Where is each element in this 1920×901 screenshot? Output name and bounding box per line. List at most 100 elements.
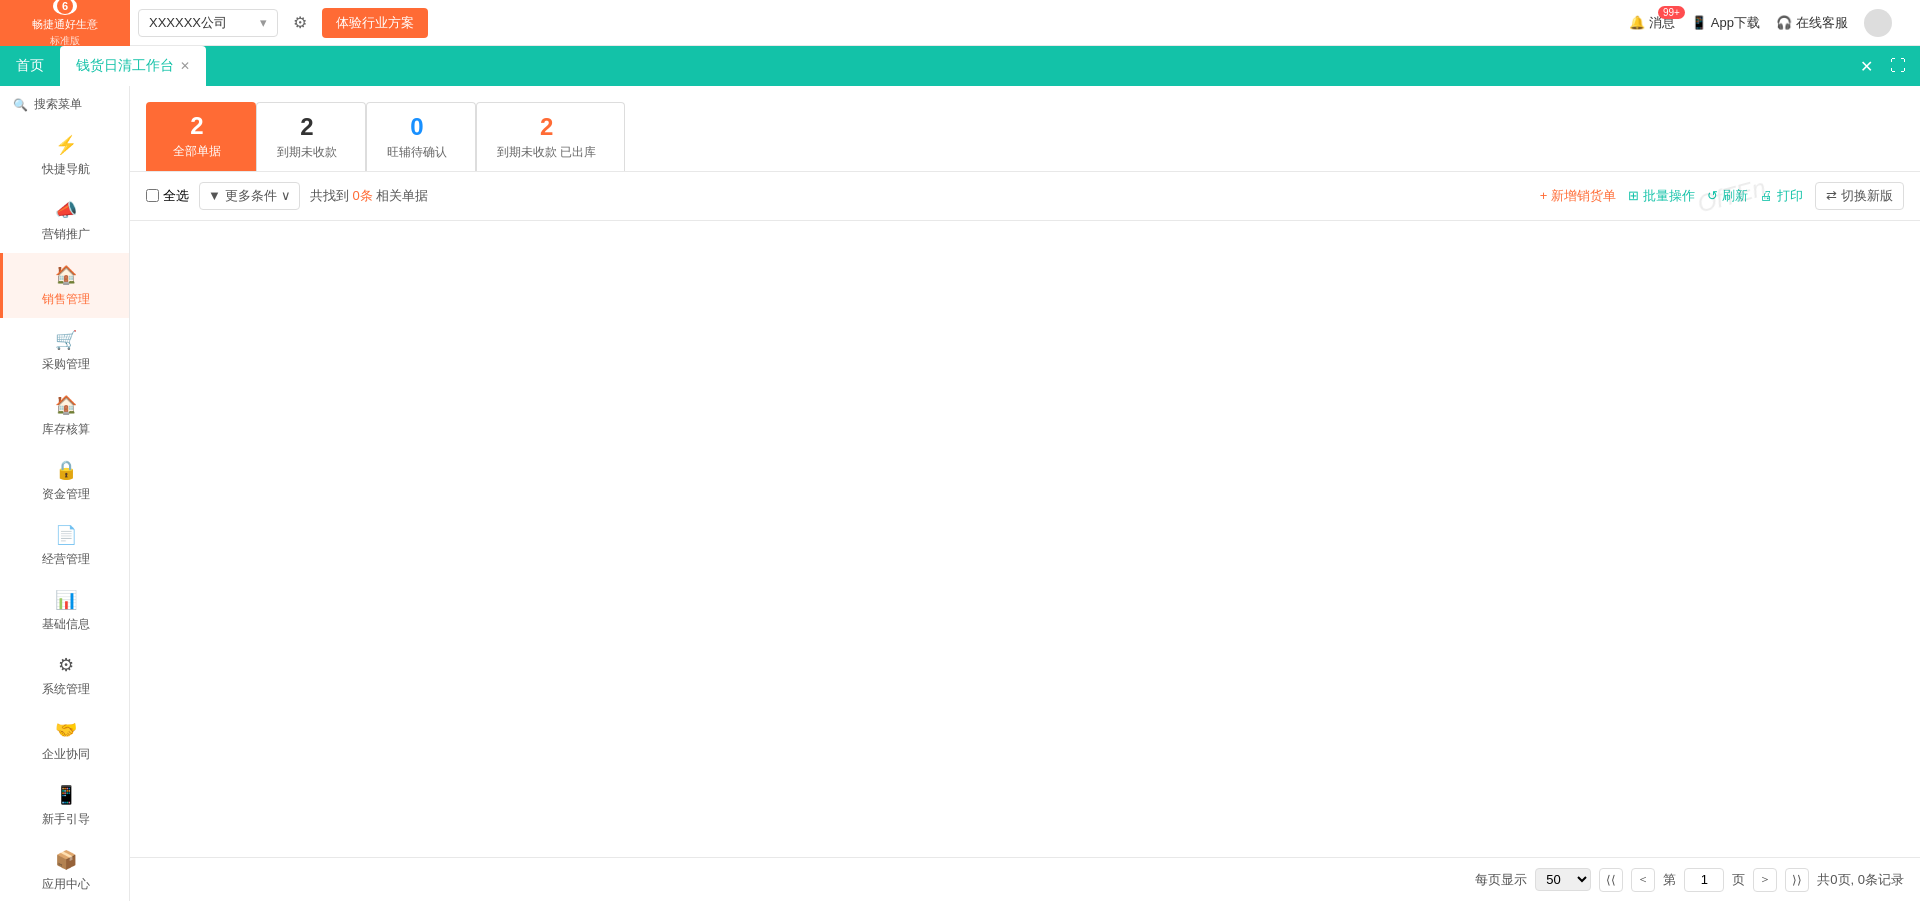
search-icon: 🔍: [13, 98, 28, 112]
sidebar-item-operation[interactable]: 📄 经营管理: [0, 513, 129, 578]
header-left: 6 畅捷通好生意 标准版 XXXXXX公司 ▾ ⚙ 体验行业方案: [0, 0, 428, 46]
headset-icon: 🎧: [1776, 15, 1792, 30]
batch-btn[interactable]: ⊞ 批量操作: [1628, 187, 1695, 205]
add-sales-btn[interactable]: + 新增销货单: [1540, 187, 1616, 205]
sidebar-item-purchase[interactable]: 🛒 采购管理: [0, 318, 129, 383]
settings-icon[interactable]: ⚙: [286, 9, 314, 37]
nav-tabs-bar: 首页 钱货日清工作台 ✕ ✕ ⛶: [0, 46, 1920, 86]
filter-label: 更多条件: [225, 187, 277, 205]
toolbar-left: 全选 ▼ 更多条件 ∨ 共找到 0条 相关单据: [146, 182, 1528, 210]
sidebar-item-cooperation[interactable]: 🤝 企业协同: [0, 708, 129, 773]
system-icon: ⚙: [54, 653, 78, 677]
sidebar-item-label-purchase: 采购管理: [42, 356, 90, 373]
sidebar-item-label-sales: 销售管理: [42, 291, 90, 308]
sidebar-item-sales[interactable]: 🏠 销售管理: [0, 253, 129, 318]
sidebar-item-system[interactable]: ⚙ 系统管理: [0, 643, 129, 708]
svg-text:6: 6: [62, 0, 68, 12]
phone-icon: 📱: [1691, 15, 1707, 30]
batch-icon: ⊞: [1628, 188, 1639, 203]
sidebar-item-label-inventory: 库存核算: [42, 421, 90, 438]
page-content: 2 全部单据 2 到期未收款 0 旺辅待确认 2 到期未收款 已出库: [130, 86, 1920, 901]
found-text: 共找到 0条 相关单据: [310, 187, 428, 205]
sidebar-item-appstore[interactable]: 📦 应用中心: [0, 838, 129, 901]
sidebar-item-label-guide: 新手引导: [42, 811, 90, 828]
quick-nav-icon: ⚡: [54, 133, 78, 157]
msg-badge: 99+: [1658, 6, 1685, 19]
tab-home[interactable]: 首页: [0, 46, 60, 86]
stat-label-pending: 旺辅待确认: [387, 144, 447, 161]
sidebar-item-inventory[interactable]: 🏠 库存核算: [0, 383, 129, 448]
message-btn[interactable]: 🔔 消息 99+: [1629, 14, 1675, 32]
sidebar-item-guide[interactable]: 📱 新手引导: [0, 773, 129, 838]
cooperation-icon: 🤝: [54, 718, 78, 742]
sidebar-search[interactable]: 🔍 搜索菜单: [0, 86, 129, 123]
stat-card-all[interactable]: 2 全部单据: [146, 102, 256, 171]
inventory-icon: 🏠: [54, 393, 78, 417]
select-all-input[interactable]: [146, 189, 159, 202]
appstore-icon: 📦: [54, 848, 78, 872]
tab-home-label: 首页: [16, 57, 44, 75]
chevron-down-icon: ▾: [260, 15, 267, 30]
per-page-label: 每页显示: [1475, 871, 1527, 889]
stat-card-unout[interactable]: 2 到期未收款 已出库: [476, 102, 625, 171]
select-all-label: 全选: [163, 187, 189, 205]
switch-new-btn[interactable]: ⇄ 切换新版: [1815, 182, 1904, 210]
stat-card-overdue[interactable]: 2 到期未收款: [256, 102, 366, 171]
marketing-icon: 📣: [54, 198, 78, 222]
footer-pagination: 每页显示 50 100 200 ⟨⟨ ＜ 第 页 ＞ ⟩⟩ 共0页, 0条记录: [130, 857, 1920, 901]
page-size-select[interactable]: 50 100 200: [1535, 868, 1591, 891]
total-info: 共0页, 0条记录: [1817, 871, 1904, 889]
stat-num-unout: 2: [497, 113, 596, 142]
stat-card-pending[interactable]: 0 旺辅待确认: [366, 102, 476, 171]
sidebar-item-label-operation: 经营管理: [42, 551, 90, 568]
prev-page-btn[interactable]: ＜: [1631, 868, 1655, 892]
stat-label-overdue: 到期未收款: [277, 144, 337, 161]
basic-icon: 📊: [54, 588, 78, 612]
logo-area: 6 畅捷通好生意 标准版: [0, 0, 130, 46]
logo-sub: 标准版: [50, 34, 80, 48]
sidebar-item-label-cooperation: 企业协同: [42, 746, 90, 763]
trial-btn[interactable]: 体验行业方案: [322, 8, 428, 38]
sidebar-item-basic[interactable]: 📊 基础信息: [0, 578, 129, 643]
sidebar-search-label: 搜索菜单: [34, 96, 82, 113]
company-selector[interactable]: XXXXXX公司 ▾: [138, 9, 278, 37]
sales-icon: 🏠: [54, 263, 78, 287]
sidebar-item-label-appstore: 应用中心: [42, 876, 90, 893]
avatar[interactable]: [1864, 9, 1892, 37]
sidebar-item-label-basic: 基础信息: [42, 616, 90, 633]
last-page-btn[interactable]: ⟩⟩: [1785, 868, 1809, 892]
first-page-btn[interactable]: ⟨⟨: [1599, 868, 1623, 892]
online-service-btn[interactable]: 🎧 在线客服: [1776, 14, 1848, 32]
table-area: [130, 221, 1920, 857]
select-all-checkbox[interactable]: 全选: [146, 187, 189, 205]
print-btn[interactable]: 🖨 打印: [1760, 187, 1803, 205]
stat-num-pending: 0: [387, 113, 447, 142]
purchase-icon: 🛒: [54, 328, 78, 352]
logo-icon: 6: [53, 0, 77, 15]
refresh-btn[interactable]: ↺ 刷新: [1707, 187, 1748, 205]
tab-work[interactable]: 钱货日清工作台 ✕: [60, 46, 206, 86]
finance-icon: 🔒: [54, 458, 78, 482]
filter-btn[interactable]: ▼ 更多条件 ∨: [199, 182, 300, 210]
header-right: 🔔 消息 99+ 📱 App下载 🎧 在线客服: [1629, 9, 1908, 37]
minimize-tab-icon[interactable]: ✕: [1854, 54, 1878, 78]
guide-icon: 📱: [54, 783, 78, 807]
sidebar-item-label-system: 系统管理: [42, 681, 90, 698]
stat-num-overdue: 2: [277, 113, 337, 142]
refresh-icon: ↺: [1707, 188, 1718, 203]
content-area: 2 全部单据 2 到期未收款 0 旺辅待确认 2 到期未收款 已出库: [130, 86, 1920, 901]
tab-controls: ✕ ⛶: [1854, 54, 1910, 78]
stat-num-all: 2: [166, 112, 228, 141]
operation-icon: 📄: [54, 523, 78, 547]
toolbar-right: + 新增销货单 ⊞ 批量操作 ↺ 刷新 🖨 打印 ⇄: [1540, 182, 1904, 210]
close-tab-icon[interactable]: ✕: [180, 59, 190, 73]
sidebar-item-quick-nav[interactable]: ⚡ 快捷导航: [0, 123, 129, 188]
sidebar-item-finance[interactable]: 🔒 资金管理: [0, 448, 129, 513]
stat-label-unout: 到期未收款 已出库: [497, 144, 596, 161]
app-download-btn[interactable]: 📱 App下载: [1691, 14, 1760, 32]
next-page-btn[interactable]: ＞: [1753, 868, 1777, 892]
sidebar-item-marketing[interactable]: 📣 营销推广: [0, 188, 129, 253]
tab-work-label: 钱货日清工作台: [76, 57, 174, 75]
expand-tab-icon[interactable]: ⛶: [1886, 54, 1910, 78]
page-number-input[interactable]: [1684, 868, 1724, 892]
